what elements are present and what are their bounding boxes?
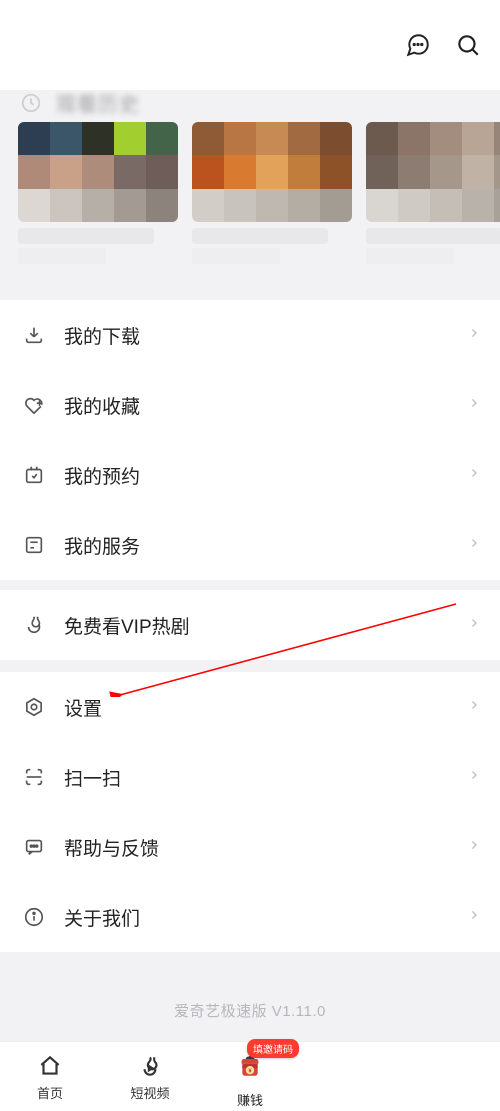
short-video-icon [136, 1052, 164, 1080]
nav-label: 首页 [37, 1083, 63, 1102]
menu-label: 帮助与反馈 [64, 834, 468, 861]
chevron-right-icon [468, 766, 480, 789]
menu-label: 我的下载 [64, 322, 468, 349]
history-item[interactable] [18, 122, 178, 282]
nav-earn[interactable]: ¥ 填邀请码 赚钱 [200, 1042, 300, 1111]
menu-label: 我的服务 [64, 532, 468, 559]
chevron-right-icon [468, 534, 480, 557]
chevron-right-icon [468, 906, 480, 929]
nav-blank [300, 1042, 400, 1111]
nav-label: 短视频 [130, 1083, 169, 1102]
history-thumbnails[interactable] [18, 122, 500, 282]
menu-downloads[interactable]: 我的下载 [0, 300, 500, 370]
menu-group-settings: 设置 扫一扫 帮助与反馈 关于我们 [0, 672, 500, 952]
menu-free-vip[interactable]: 免费看VIP热剧 [0, 590, 500, 660]
menu-label: 我的预约 [64, 462, 468, 489]
info-icon [22, 905, 46, 929]
calendar-icon [22, 463, 46, 487]
menu-group-promo: 免费看VIP热剧 [0, 590, 500, 660]
list-icon [22, 533, 46, 557]
menu-label: 我的收藏 [64, 392, 468, 419]
feedback-icon [22, 835, 46, 859]
nav-label: 赚钱 [237, 1090, 263, 1109]
home-icon [36, 1052, 64, 1080]
bottom-nav: 首页 短视频 ¥ 填邀请码 赚钱 [0, 1041, 500, 1111]
menu-label: 免费看VIP热剧 [64, 612, 468, 639]
fire-icon [22, 613, 46, 637]
chevron-right-icon [468, 696, 480, 719]
menu-label: 设置 [64, 694, 468, 721]
version-text: 爱奇艺极速版 V1.11.0 [174, 1003, 326, 1020]
download-icon [22, 323, 46, 347]
nav-home[interactable]: 首页 [0, 1042, 100, 1111]
menu-scan[interactable]: 扫一扫 [0, 742, 500, 812]
chevron-right-icon [468, 836, 480, 859]
top-bar [0, 0, 500, 90]
nav-short-video[interactable]: 短视频 [100, 1042, 200, 1111]
chevron-right-icon [468, 324, 480, 347]
heart-plus-icon [22, 393, 46, 417]
menu-group-my: 我的下载 我的收藏 我的预约 我的服务 [0, 300, 500, 580]
search-icon[interactable] [454, 31, 482, 59]
menu-settings[interactable]: 设置 [0, 672, 500, 742]
gear-icon [22, 695, 46, 719]
version-footer: 爱奇艺极速版 V1.11.0 [0, 1000, 500, 1021]
menu-reservations[interactable]: 我的预约 [0, 440, 500, 510]
nav-blank [400, 1042, 500, 1111]
menu-about[interactable]: 关于我们 [0, 882, 500, 952]
history-item[interactable] [366, 122, 500, 282]
menu-help[interactable]: 帮助与反馈 [0, 812, 500, 882]
history-item[interactable] [192, 122, 352, 282]
menu-services[interactable]: 我的服务 [0, 510, 500, 580]
chat-icon[interactable] [404, 31, 432, 59]
scan-icon [22, 765, 46, 789]
gift-badge: 填邀请码 [247, 1039, 299, 1058]
menu-label: 扫一扫 [64, 764, 468, 791]
menu-favorites[interactable]: 我的收藏 [0, 370, 500, 440]
chevron-right-icon [468, 614, 480, 637]
chevron-right-icon [468, 464, 480, 487]
menu-label: 关于我们 [64, 904, 468, 931]
chevron-right-icon [468, 394, 480, 417]
history-header-fragment: 观看历史 [20, 88, 140, 117]
